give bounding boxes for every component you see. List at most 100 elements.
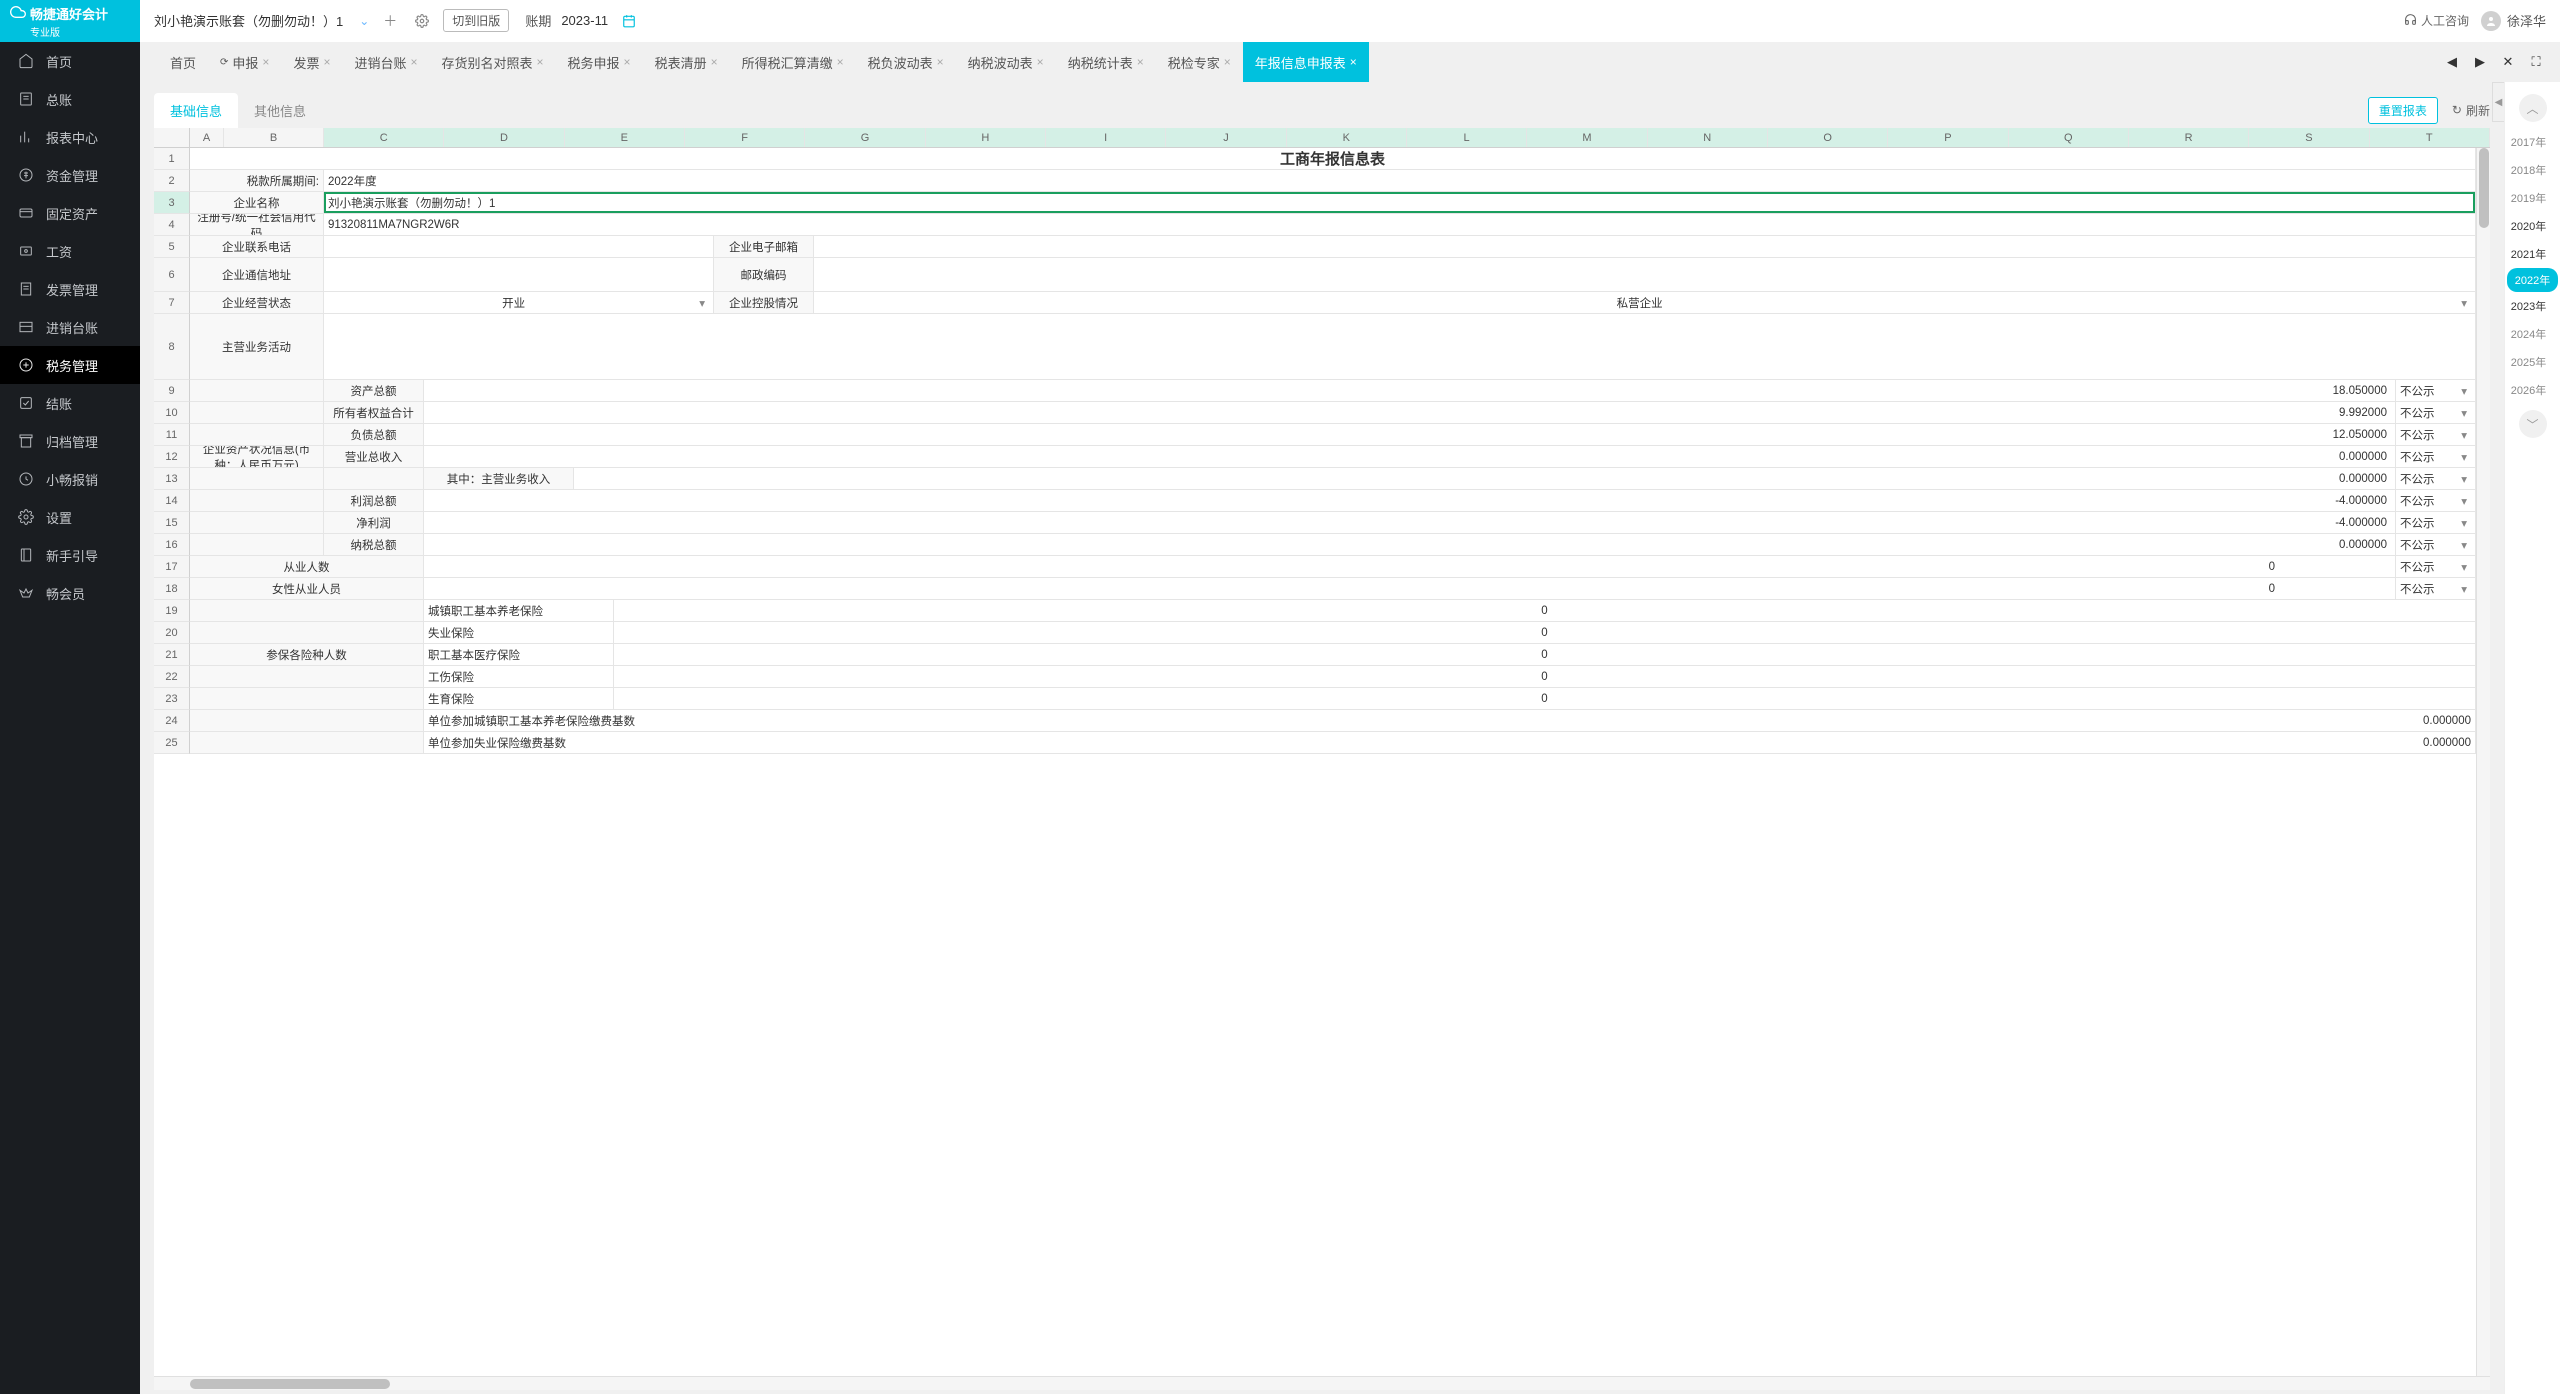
tab-close-icon[interactable]: × [937,55,944,69]
row-header[interactable]: 13 [154,468,190,490]
horizontal-scroll-thumb[interactable] [190,1379,390,1389]
fin-row-value[interactable]: -4.000000 [424,490,2396,511]
headcount-value[interactable]: 0 [424,556,2396,577]
select-all-corner[interactable] [154,128,190,147]
nav-item-fund[interactable]: 资金管理 [0,156,140,194]
col-header[interactable]: E [565,128,685,147]
holding-value-cell[interactable]: 私营企业▾ [814,292,2476,313]
col-header[interactable]: S [2249,128,2369,147]
dropdown-icon[interactable]: ▾ [2461,472,2471,486]
tab-prev-icon[interactable]: ◀ [2438,42,2466,82]
row-header[interactable]: 24 [154,710,190,732]
nav-item-guide[interactable]: 新手引导 [0,536,140,574]
dropdown-icon[interactable]: ▾ [2461,560,2471,574]
col-header[interactable]: L [1407,128,1527,147]
nav-item-expense[interactable]: 小畅报销 [0,460,140,498]
year-item[interactable]: 2023年 [2507,292,2558,320]
female-disp[interactable]: 不公示▾ [2396,578,2476,599]
col-header[interactable]: Q [2009,128,2129,147]
nav-item-report[interactable]: 报表中心 [0,118,140,156]
female-value[interactable]: 0 [424,578,2396,599]
tab-close-icon[interactable]: × [1350,55,1357,69]
col-header[interactable]: P [1888,128,2008,147]
col-header[interactable]: T [2370,128,2490,147]
row-header[interactable]: 19 [154,600,190,622]
fin-disp-cell[interactable]: 不公示▾ [2396,402,2476,423]
tab-9[interactable]: 纳税波动表× [956,42,1056,82]
company-value-cell[interactable]: 刘小艳演示账套（勿删勿动！）1 [324,192,2476,213]
fin-row-value[interactable]: -4.000000 [424,512,2396,533]
tab-close-icon[interactable]: × [262,55,269,69]
dropdown-icon[interactable]: ▾ [2461,296,2471,310]
insurance-row-value[interactable]: 0 [614,600,2476,621]
dropdown-icon[interactable]: ▾ [2461,494,2471,508]
dropdown-icon[interactable]: ▾ [2461,428,2471,442]
year-item[interactable]: 2017年 [2507,128,2558,156]
subtab-1[interactable]: 其他信息 [238,93,322,128]
add-account-icon[interactable]: ＋ [379,10,401,32]
fin-disp-cell[interactable]: 不公示▾ [2396,380,2476,401]
fin-row-value[interactable]: 12.050000 [424,424,2396,445]
row-header[interactable]: 5 [154,236,190,258]
col-header[interactable]: J [1166,128,1286,147]
year-item[interactable]: 2022年 [2507,268,2558,292]
col-header[interactable]: R [2129,128,2249,147]
nav-item-salary[interactable]: 工资 [0,232,140,270]
reset-report-button[interactable]: 重置报表 [2368,97,2438,124]
fin-disp-cell[interactable]: 不公示▾ [2396,512,2476,533]
status-value-cell[interactable]: 开业▾ [324,292,714,313]
row-header[interactable]: 10 [154,402,190,424]
dropdown-icon[interactable]: ▾ [2461,384,2471,398]
row-header[interactable]: 17 [154,556,190,578]
row-header[interactable]: 25 [154,732,190,754]
nav-item-tax[interactable]: 税务管理 [0,346,140,384]
nav-item-archive[interactable]: 归档管理 [0,422,140,460]
insurance-row-value[interactable]: 0 [614,644,2476,665]
col-header[interactable]: C [324,128,444,147]
row-header[interactable]: 21 [154,644,190,666]
horizontal-scrollbar[interactable] [190,1377,2490,1390]
nav-item-vip[interactable]: 畅会员 [0,574,140,612]
nav-item-close[interactable]: 结账 [0,384,140,422]
fin-sub-value[interactable]: 0.000000 [574,468,2396,489]
tab-close-icon[interactable]: × [624,55,631,69]
col-header[interactable]: H [926,128,1046,147]
tab-close-icon[interactable]: × [1224,55,1231,69]
row-header[interactable]: 2 [154,170,190,192]
row-header[interactable]: 1 [154,148,190,170]
nav-item-invoice[interactable]: 发票管理 [0,270,140,308]
mainbiz-value-cell[interactable] [324,314,2476,379]
tab-close-icon[interactable]: × [711,55,718,69]
fin-row-value[interactable]: 0.000000 [424,446,2396,467]
fin-row-value[interactable]: 0.000000 [424,534,2396,555]
tab-2[interactable]: 发票× [281,42,342,82]
insurance-row-value[interactable]: 0 [614,688,2476,709]
col-header[interactable]: I [1046,128,1166,147]
nav-item-settings[interactable]: 设置 [0,498,140,536]
year-item[interactable]: 2020年 [2507,212,2558,240]
row-header[interactable]: 11 [154,424,190,446]
col-header[interactable]: A [190,128,224,147]
period-value-cell[interactable]: 2022年度 [324,170,2476,191]
base-row[interactable]: 单位参加失业保险缴费基数0.000000 [424,732,2476,753]
col-header[interactable]: B [224,128,324,147]
dropdown-icon[interactable]: ▾ [2461,582,2471,596]
tab-0[interactable]: 首页 [158,42,208,82]
tab-4[interactable]: 存货别名对照表× [430,42,556,82]
col-header[interactable]: O [1768,128,1888,147]
year-item[interactable]: 2019年 [2507,184,2558,212]
credit-value-cell[interactable]: 91320811MA7NGR2W6R [324,214,2476,235]
year-item[interactable]: 2021年 [2507,240,2558,268]
row-header[interactable]: 8 [154,314,190,380]
base-row[interactable]: 单位参加城镇职工基本养老保险缴费基数0.000000 [424,710,2476,731]
year-item[interactable]: 2018年 [2507,156,2558,184]
col-header[interactable]: N [1648,128,1768,147]
row-header[interactable]: 22 [154,666,190,688]
email-value-cell[interactable] [814,236,2476,257]
row-header[interactable]: 3 [154,192,190,214]
row-header[interactable]: 7 [154,292,190,314]
tab-6[interactable]: 税表清册× [643,42,730,82]
year-scroll-down-icon[interactable]: ﹀ [2519,410,2547,438]
fin-disp-cell[interactable]: 不公示▾ [2396,534,2476,555]
period-value[interactable]: 2023-11 [561,13,608,28]
